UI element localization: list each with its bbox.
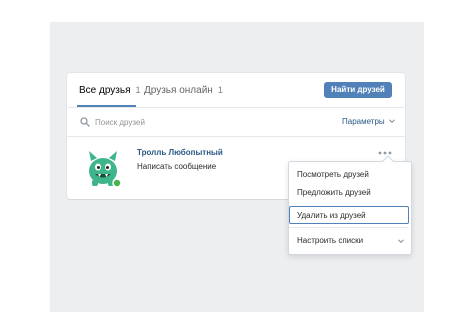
tab-all-friends[interactable]: Все друзья 1	[79, 84, 141, 97]
tabs-bar: Все друзья 1 Друзья онлайн 1 Найти друзей	[67, 73, 405, 108]
menu-item-configure-lists[interactable]: Настроить списки	[297, 236, 363, 245]
chevron-down-icon	[398, 239, 404, 244]
friend-name-link[interactable]: Тролль Любопытный	[137, 148, 223, 157]
chevron-down-icon	[388, 119, 395, 124]
parameters-label: Параметры	[342, 117, 385, 126]
menu-item-remove-label: Удалить из друзей	[297, 211, 366, 220]
tab-friends-online[interactable]: Друзья онлайн 1	[144, 84, 223, 97]
menu-item-suggest-friends[interactable]: Предложить друзей	[297, 188, 371, 197]
find-friends-button[interactable]: Найти друзей	[324, 82, 392, 98]
tab-all-label: Все друзья	[79, 85, 131, 96]
tab-online-count: 1	[217, 85, 223, 95]
parameters-dropdown[interactable]: Параметры	[342, 117, 396, 126]
menu-caret	[381, 155, 395, 163]
tab-online-label: Друзья онлайн	[144, 85, 213, 96]
search-icon	[80, 117, 90, 127]
search-input[interactable]	[95, 115, 275, 129]
menu-item-remove-friend[interactable]: Удалить из друзей	[289, 206, 409, 224]
menu-divider	[289, 227, 409, 228]
troll-avatar[interactable]	[83, 149, 123, 189]
search-row: Параметры	[67, 108, 405, 137]
menu-item-view-friends[interactable]: Посмотреть друзей	[297, 170, 369, 179]
tab-all-count: 1	[135, 85, 141, 95]
active-tab-indicator	[77, 105, 136, 107]
write-message-link[interactable]: Написать сообщение	[137, 162, 216, 171]
friend-actions-menu: Посмотреть друзей Предложить друзей Удал…	[288, 155, 412, 255]
